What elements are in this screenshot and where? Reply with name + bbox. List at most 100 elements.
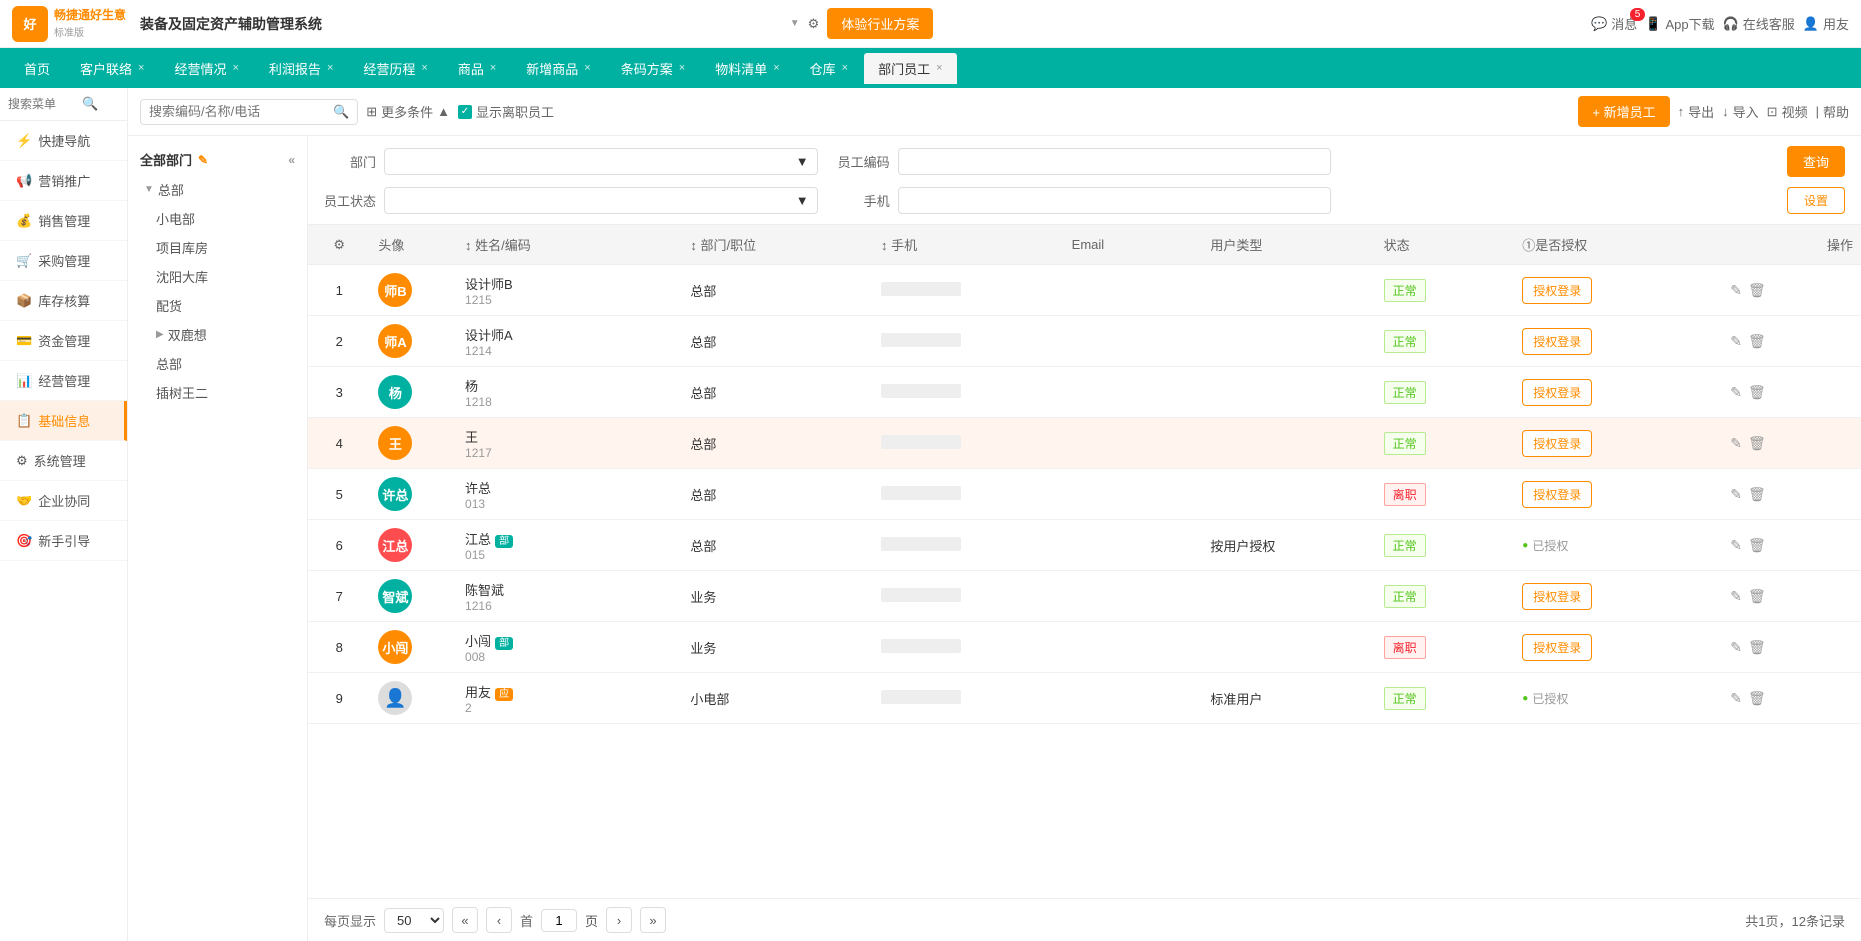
sidebar-item-guide[interactable]: 🎯 新手引导 [0,521,127,561]
edit-button[interactable]: ✎ [1730,486,1742,503]
tree-node-chashuwang[interactable]: 插树王二 [128,378,307,407]
close-icon[interactable]: × [679,62,685,74]
edit-button[interactable]: ✎ [1730,384,1742,401]
tab-journey[interactable]: 经营历程 × [349,53,441,84]
close-icon[interactable]: × [327,62,333,74]
tree-node-delivery[interactable]: 配货 [128,291,307,320]
tree-node-headquarter2[interactable]: 总部 [128,349,307,378]
next-page-button[interactable]: › [606,907,632,933]
export-button[interactable]: ↑ 导出 [1678,102,1715,121]
delete-button[interactable]: 🗑 [1748,639,1766,656]
edit-button[interactable]: ✎ [1730,333,1742,350]
online-service-button[interactable]: 🎧 在线客服 [1723,14,1795,33]
query-button[interactable]: 查询 [1787,146,1845,177]
edit-button[interactable]: ✎ [1730,282,1742,299]
col-dept[interactable]: ↕ 部门/职位 [682,225,873,265]
edit-button[interactable]: ✎ [1730,537,1742,554]
col-phone[interactable]: ↕ 手机 [873,225,1064,265]
tree-node-project-warehouse[interactable]: 项目库房 [128,233,307,262]
search-input[interactable] [149,104,329,119]
tab-employees[interactable]: 部门员工 × [864,53,956,84]
auth-login-button[interactable]: 授权登录 [1522,379,1592,406]
delete-button[interactable]: 🗑 [1748,333,1766,350]
sidebar-item-quicknav[interactable]: ⚡ 快捷导航 [0,121,127,161]
auth-login-button[interactable]: 授权登录 [1522,277,1592,304]
tab-bom[interactable]: 物料清单 × [701,53,793,84]
search-submit-icon[interactable]: 🔍 [333,104,349,120]
view-button[interactable]: ⊡ 视频 [1767,102,1808,121]
close-icon[interactable]: × [842,62,848,74]
tree-node-shenyang[interactable]: 沈阳大库 [128,262,307,291]
add-employee-button[interactable]: + 新增员工 [1578,96,1669,127]
col-settings[interactable]: ⚙ [308,225,370,265]
emp-code-input[interactable] [898,148,1332,175]
delete-button[interactable]: 🗑 [1748,690,1766,707]
auth-login-button[interactable]: 授权登录 [1522,634,1592,661]
system-dropdown-arrow[interactable]: ▼ [790,18,800,29]
settings-icon[interactable]: ⚙ [808,16,820,32]
delete-button[interactable]: 🗑 [1748,384,1766,401]
delete-button[interactable]: 🗑 [1748,537,1766,554]
collapse-button[interactable]: « [288,153,295,167]
dept-select[interactable]: ▼ [384,148,818,175]
prev-page-button[interactable]: ‹ [486,907,512,933]
tree-node-shuanglu[interactable]: ▶ 双鹿想 [128,320,307,349]
auth-login-button[interactable]: 授权登录 [1522,583,1592,610]
message-button[interactable]: 💬 消息 5 [1591,14,1637,33]
tab-operations[interactable]: 经营情况 × [160,53,252,84]
auth-login-button[interactable]: 授权登录 [1522,481,1592,508]
edit-button[interactable]: ✎ [1730,435,1742,452]
close-icon[interactable]: × [584,62,590,74]
close-icon[interactable]: × [232,62,238,74]
sidebar-item-collaboration[interactable]: 🤝 企业协同 [0,481,127,521]
col-name[interactable]: ↕ 姓名/编码 [457,225,682,265]
sidebar-item-purchase[interactable]: 🛒 采购管理 [0,241,127,281]
close-icon[interactable]: × [421,62,427,74]
import-button[interactable]: ↓ 导入 [1722,102,1759,121]
try-industry-button[interactable]: 体验行业方案 [827,8,933,39]
emp-status-select[interactable]: ▼ [384,187,818,214]
tab-customer[interactable]: 客户联络 × [66,53,158,84]
more-filter-button[interactable]: ⊞ 更多条件 ▲ [366,102,450,121]
close-icon[interactable]: × [138,62,144,74]
sidebar-item-sales[interactable]: 💰 销售管理 [0,201,127,241]
tab-profit[interactable]: 利润报告 × [255,53,347,84]
tree-node-headquarters[interactable]: ▼ 总部 [128,175,307,204]
sidebar-item-inventory[interactable]: 📦 库存核算 [0,281,127,321]
sidebar-search-input[interactable] [8,97,78,111]
tab-warehouse[interactable]: 仓库 × [796,53,862,84]
delete-button[interactable]: 🗑 [1748,588,1766,605]
close-icon[interactable]: × [490,62,496,74]
delete-button[interactable]: 🗑 [1748,486,1766,503]
all-dept-label[interactable]: 全部部门 [140,150,192,169]
sidebar-item-marketing[interactable]: 📢 营销推广 [0,161,127,201]
sidebar-item-system[interactable]: ⚙ 系统管理 [0,441,127,481]
delete-button[interactable]: 🗑 [1748,282,1766,299]
show-resigned-toggle[interactable]: ✓ 显示离职员工 [458,102,554,121]
first-page-button[interactable]: « [452,907,478,933]
auth-login-button[interactable]: 授权登录 [1522,328,1592,355]
phone-input[interactable] [898,187,1332,214]
tab-add-goods[interactable]: 新增商品 × [512,53,604,84]
app-download-button[interactable]: 📱 App下载 [1645,14,1714,33]
sidebar-item-basic-info[interactable]: 📋 基础信息 [0,401,127,441]
tab-barcode[interactable]: 条码方案 × [607,53,699,84]
page-number-input[interactable] [541,909,577,932]
print-button[interactable]: | 帮助 [1816,102,1849,121]
auth-login-button[interactable]: 授权登录 [1522,430,1592,457]
sidebar-item-finance[interactable]: 💳 资金管理 [0,321,127,361]
tab-home[interactable]: 首页 [10,53,64,84]
edit-button[interactable]: ✎ [1730,690,1742,707]
edit-button[interactable]: ✎ [1730,639,1742,656]
page-size-select[interactable]: 50 100 200 [384,908,444,933]
user-menu[interactable]: 👤 用友 [1803,14,1849,33]
last-page-button[interactable]: » [640,907,666,933]
close-icon[interactable]: × [773,62,779,74]
tree-node-small-elec[interactable]: 小电部 [128,204,307,233]
reset-button[interactable]: 设置 [1787,187,1845,214]
close-icon[interactable]: × [936,62,942,74]
dept-edit-icon[interactable]: ✎ [198,153,208,167]
tab-goods[interactable]: 商品 × [444,53,510,84]
delete-button[interactable]: 🗑 [1748,435,1766,452]
sidebar-item-operations-mgmt[interactable]: 📊 经营管理 [0,361,127,401]
